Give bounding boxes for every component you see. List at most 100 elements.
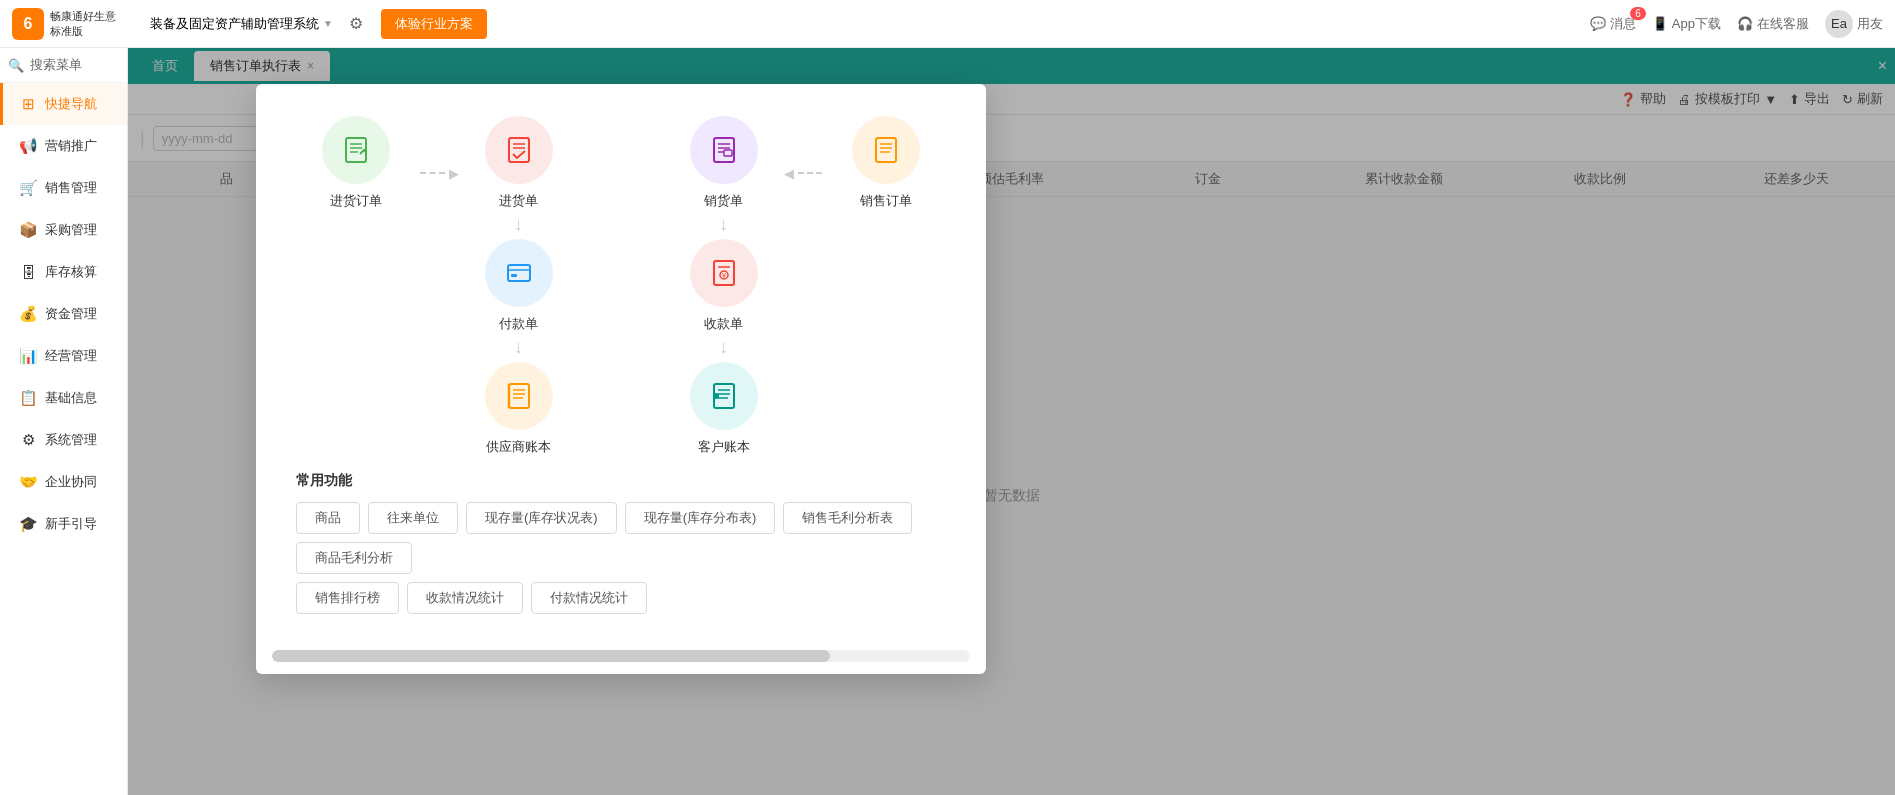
- svg-rect-4: [509, 138, 529, 162]
- supplier-ledger-icon: [485, 362, 553, 430]
- flow-node-purchase-bill[interactable]: 进货单: [459, 116, 579, 210]
- collab-label: 企业协同: [45, 473, 97, 491]
- system-title: 装备及固定资产辅助管理系统: [150, 15, 319, 33]
- online-service-button[interactable]: 🎧 在线客服: [1737, 15, 1809, 33]
- flow-node-sales-order[interactable]: 销售订单: [826, 116, 946, 210]
- top-right-actions: 💬 消息 6 📱 App下载 🎧 在线客服 Ea 用友: [1590, 10, 1883, 38]
- sales-bill-label: 销货单: [704, 192, 743, 210]
- common-functions-title: 常用功能: [296, 472, 946, 490]
- sidebar-item-quick-nav[interactable]: ⊞ 快捷导航: [0, 83, 127, 125]
- common-btn-付款情况统计[interactable]: 付款情况统计: [531, 582, 647, 614]
- basic-icon: 📋: [19, 389, 37, 407]
- sales-order-icon: [852, 116, 920, 184]
- dialog-scrollbar-container: [256, 650, 986, 674]
- purchase-order-icon: [322, 116, 390, 184]
- sidebar-item-newbie[interactable]: 🎓新手引导: [0, 503, 127, 545]
- sidebar-item-purchase[interactable]: 📦 采购管理: [0, 209, 127, 251]
- customer-ledger-label: 客户账本: [698, 438, 750, 456]
- operations-label: 经营管理: [45, 347, 97, 365]
- finance-label: 资金管理: [45, 305, 97, 323]
- phone-icon: 📱: [1652, 16, 1668, 31]
- inventory-label: 库存核算: [45, 263, 97, 281]
- basic-label: 基础信息: [45, 389, 97, 407]
- user-profile[interactable]: Ea 用友: [1825, 10, 1883, 38]
- message-icon: 💬: [1590, 16, 1606, 31]
- receipt-label: 收款单: [704, 315, 743, 333]
- supplier-ledger-label: 供应商账本: [486, 438, 551, 456]
- sales-label: 销售管理: [45, 179, 97, 197]
- collab-icon: 🤝: [19, 473, 37, 491]
- sales-order-label: 销售订单: [860, 192, 912, 210]
- message-badge: 6: [1630, 7, 1646, 20]
- sidebar-item-marketing[interactable]: 📢 营销推广: [0, 125, 127, 167]
- common-btn-现存量库存状况表[interactable]: 现存量(库存状况表): [466, 502, 617, 534]
- arrow-po-pb: ▶: [416, 166, 459, 181]
- purchase-bill-label: 进货单: [499, 192, 538, 210]
- common-btn-销售排行榜[interactable]: 销售排行榜: [296, 582, 399, 614]
- logo-icon: 6: [12, 8, 44, 40]
- svg-rect-12: [876, 138, 896, 162]
- system-label: 系统管理: [45, 431, 97, 449]
- sidebar-item-system[interactable]: ⚙ 系统管理: [0, 419, 127, 461]
- quick-nav-icon: ⊞: [19, 95, 37, 113]
- common-btn-收款情况统计[interactable]: 收款情况统计: [407, 582, 523, 614]
- content-area: 首页 销售订单执行表 × × ❓ 帮助 🖨 按模板打印: [128, 48, 1895, 795]
- app-download-button[interactable]: 📱 App下载: [1652, 15, 1721, 33]
- common-buttons-row1: 商品往来单位现存量(库存状况表)现存量(库存分布表)销售毛利分析表商品毛利分析: [296, 502, 946, 574]
- marketing-label: 营销推广: [45, 137, 97, 155]
- inventory-icon: 🗄: [19, 263, 37, 281]
- arrow-so-sb: ◀: [784, 166, 827, 181]
- message-button[interactable]: 💬 消息 6: [1590, 15, 1636, 33]
- quick-nav-dialog: 进货订单 ▶: [256, 84, 986, 674]
- common-functions-section: 常用功能 商品往来单位现存量(库存状况表)现存量(库存分布表)销售毛利分析表商品…: [296, 472, 946, 614]
- sidebar: 🔍 搜索菜单 ⊞ 快捷导航 📢 营销推广 🛒 销售管理 📦 采购管理 🗄 库存核算 💰 资金管理 📊经营…: [0, 48, 128, 795]
- sidebar-item-finance[interactable]: 💰 资金管理: [0, 293, 127, 335]
- quick-nav-label: 快捷导航: [45, 95, 97, 113]
- payment-icon: [485, 239, 553, 307]
- settings-icon[interactable]: ⚙: [349, 14, 363, 33]
- search-menu-item[interactable]: 🔍 搜索菜单: [0, 48, 127, 83]
- sidebar-item-operations[interactable]: 📊经营管理: [0, 335, 127, 377]
- flow-node-customer-ledger[interactable]: 客户账本: [664, 362, 784, 456]
- sales-icon: 🛒: [19, 179, 37, 197]
- trial-button[interactable]: 体验行业方案: [381, 9, 487, 39]
- sidebar-item-inventory[interactable]: 🗄 库存核算: [0, 251, 127, 293]
- common-btn-商品[interactable]: 商品: [296, 502, 360, 534]
- flow-node-receipt[interactable]: ¥ 收款单: [664, 239, 784, 333]
- flow-node-purchase-order[interactable]: 进货订单: [296, 116, 416, 210]
- flow-node-supplier-ledger[interactable]: 供应商账本: [459, 362, 579, 456]
- sales-bill-icon: [690, 116, 758, 184]
- sidebar-item-sales[interactable]: 🛒 销售管理: [0, 167, 127, 209]
- flow-node-sales-bill[interactable]: 销货单: [664, 116, 784, 210]
- common-btn-现存量库存分布表[interactable]: 现存量(库存分布表): [625, 502, 776, 534]
- system-title-dropdown[interactable]: 装备及固定资产辅助管理系统 ▼: [150, 15, 333, 33]
- newbie-label: 新手引导: [45, 515, 97, 533]
- quick-nav-overlay[interactable]: 进货订单 ▶: [128, 48, 1895, 795]
- finance-icon: 💰: [19, 305, 37, 323]
- dialog-scrollbar[interactable]: [272, 650, 970, 662]
- svg-rect-18: [511, 274, 517, 277]
- receipt-icon: ¥: [690, 239, 758, 307]
- common-btn-销售毛利分析表[interactable]: 销售毛利分析表: [783, 502, 912, 534]
- headset-icon: 🎧: [1737, 16, 1753, 31]
- common-btn-商品毛利分析[interactable]: 商品毛利分析: [296, 542, 412, 574]
- svg-point-32: [713, 393, 719, 399]
- arrow-down-pb: ↓: [459, 214, 579, 235]
- sidebar-item-basic[interactable]: 📋 基础信息: [0, 377, 127, 419]
- svg-rect-16: [508, 265, 530, 281]
- common-btn-往来单位[interactable]: 往来单位: [368, 502, 458, 534]
- system-icon: ⚙: [19, 431, 37, 449]
- logo-area: 6 畅康通好生意 标准版: [12, 8, 140, 40]
- flow-node-payment[interactable]: 付款单: [459, 239, 579, 333]
- marketing-icon: 📢: [19, 137, 37, 155]
- customer-ledger-icon: [690, 362, 758, 430]
- purchase-label: 采购管理: [45, 221, 97, 239]
- sidebar-item-collab[interactable]: 🤝 企业协同: [0, 461, 127, 503]
- purchase-bill-icon: [485, 116, 553, 184]
- payment-label: 付款单: [499, 315, 538, 333]
- search-menu-label: 搜索菜单: [30, 56, 82, 74]
- logo-text: 畅康通好生意 标准版: [50, 9, 116, 38]
- purchase-icon: 📦: [19, 221, 37, 239]
- common-buttons-row2: 销售排行榜收款情况统计付款情况统计: [296, 582, 946, 614]
- svg-text:¥: ¥: [722, 272, 726, 279]
